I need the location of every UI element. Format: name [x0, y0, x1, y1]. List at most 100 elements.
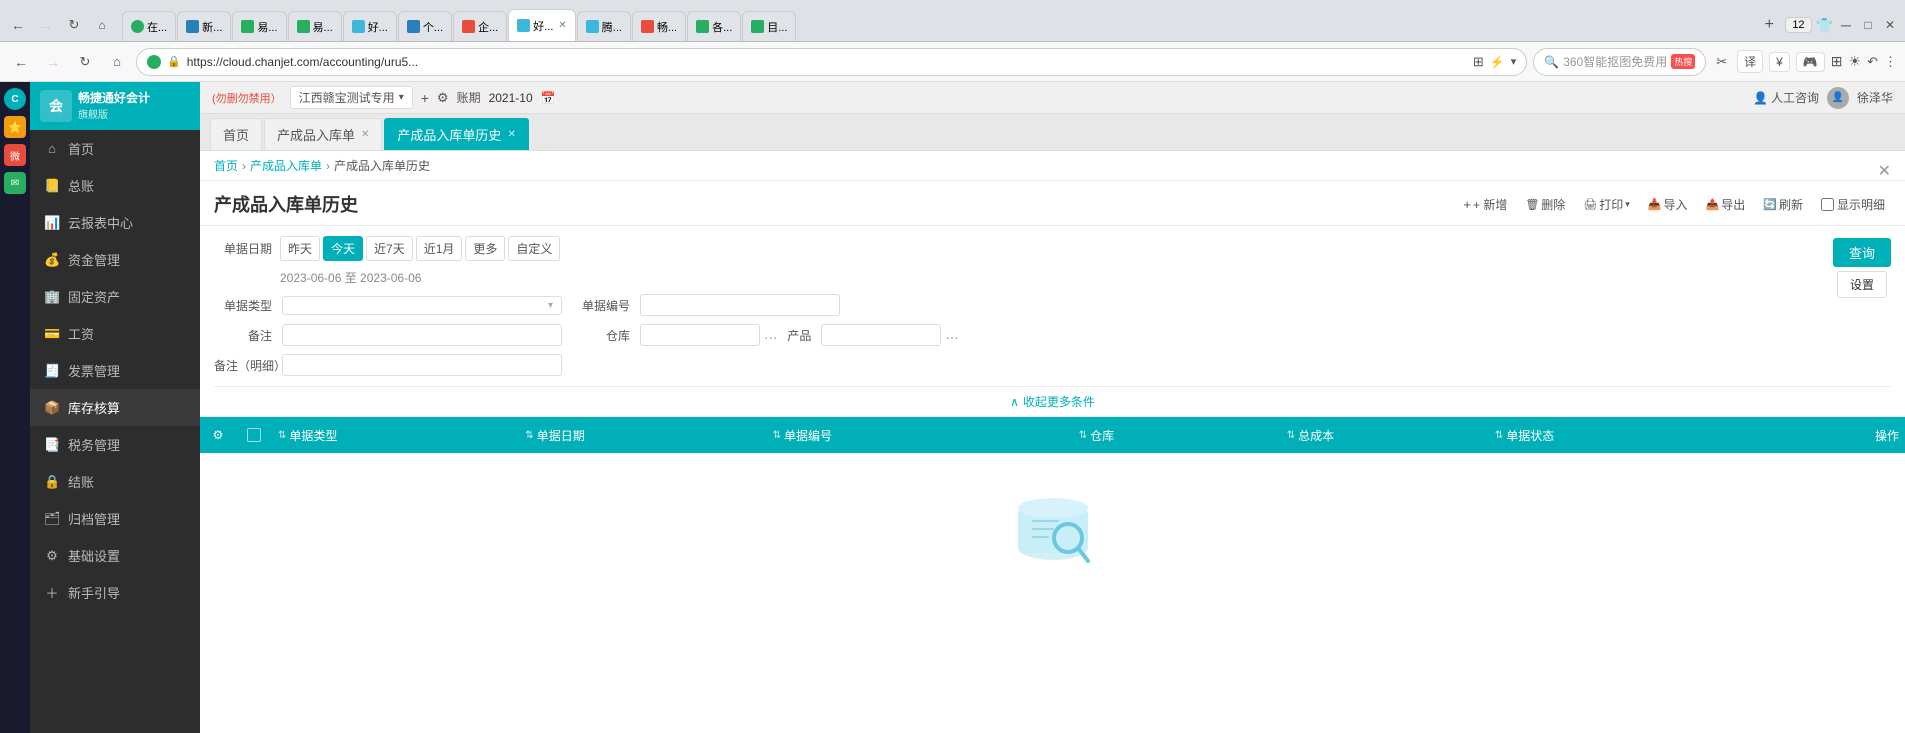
sidebar-item-closing[interactable]: 🔒 结账: [30, 463, 200, 500]
filter-settings-button[interactable]: 设置: [1837, 271, 1887, 298]
show-detail-checkbox-label[interactable]: 显示明细: [1815, 193, 1891, 216]
sidebar-item-settings[interactable]: ⚙ 基础设置: [30, 537, 200, 574]
th-num[interactable]: ⇅ 单据编号: [767, 419, 1073, 452]
print-button[interactable]: 🖨 打印 ▾: [1577, 193, 1636, 216]
dropdown-icon[interactable]: ▾: [1511, 55, 1517, 68]
search-box[interactable]: 🔍 360智能抠图免费用 热搜: [1533, 48, 1706, 76]
import-button[interactable]: 📥 导入: [1642, 193, 1694, 216]
th-checkbox[interactable]: [236, 420, 272, 450]
th-warehouse[interactable]: ⇅ 仓库: [1073, 419, 1281, 452]
toolbar-yuan-icon[interactable]: ¥: [1769, 52, 1790, 72]
delete-button[interactable]: 🗑 删除: [1519, 193, 1571, 216]
tab-close-icon[interactable]: ✕: [507, 129, 515, 140]
th-type[interactable]: ⇅ 单据类型: [272, 419, 519, 452]
th-cost[interactable]: ⇅ 总成本: [1281, 419, 1489, 452]
th-gear[interactable]: ⚙: [200, 420, 236, 450]
shirt-icon[interactable]: 👕: [1816, 17, 1833, 34]
app-icon-chanjet[interactable]: C: [4, 88, 26, 110]
collapse-button[interactable]: ∧ 收起更多条件: [214, 386, 1891, 416]
browser-tab[interactable]: 在...: [122, 11, 176, 41]
sidebar-item-home[interactable]: ⌂ 首页: [30, 130, 200, 167]
sidebar-item-ledger[interactable]: 📒 总账: [30, 167, 200, 204]
sidebar-item-guide[interactable]: ＋ 新手引导: [30, 574, 200, 611]
product-dots[interactable]: ...: [945, 326, 958, 344]
toolbar-sun-icon[interactable]: ☀: [1849, 53, 1862, 70]
sidebar-item-assets[interactable]: 🏢 固定资产: [30, 278, 200, 315]
browser-tab[interactable]: 企...: [453, 11, 507, 41]
company-selector[interactable]: 江西赣宝测试专用 ▾: [290, 86, 413, 109]
export-button[interactable]: 📤 导出: [1700, 193, 1752, 216]
query-button[interactable]: 查询: [1833, 238, 1891, 267]
panel-close-button[interactable]: ✕: [1878, 161, 1891, 181]
grid-icon[interactable]: ⊞: [1473, 54, 1484, 70]
add-company-button[interactable]: +: [421, 90, 429, 106]
sidebar-item-invoice[interactable]: 🧾 发票管理: [30, 352, 200, 389]
warehouse-dots[interactable]: ...: [764, 326, 777, 344]
warehouse-filter-input[interactable]: [640, 324, 760, 346]
browser-tab[interactable]: 目...: [742, 11, 796, 41]
maximize-button[interactable]: □: [1859, 16, 1877, 34]
browser-tab-active[interactable]: 好... ✕: [508, 9, 576, 41]
app-icon-star[interactable]: ⭐: [4, 116, 26, 138]
refresh-nav-button[interactable]: ↻: [72, 49, 98, 75]
user-service-button[interactable]: 👤 人工咨询: [1753, 89, 1819, 106]
sidebar-item-report[interactable]: 📊 云报表中心: [30, 204, 200, 241]
date-btn-custom[interactable]: 自定义: [508, 236, 560, 261]
toolbar-grid-icon[interactable]: ⊞: [1831, 53, 1843, 70]
browser-tab[interactable]: 个...: [398, 11, 452, 41]
refresh-button[interactable]: ↻: [62, 13, 86, 37]
tab-stock-in[interactable]: 产成品入库单 ✕: [264, 118, 382, 150]
tab-close-icon[interactable]: ✕: [558, 20, 566, 31]
settings-gear-icon[interactable]: ⚙: [437, 90, 449, 106]
toolbar-translate-icon[interactable]: 译: [1737, 50, 1763, 73]
toolbar-scissors-icon[interactable]: ✂: [1712, 50, 1731, 74]
breadcrumb-item[interactable]: 产成品入库单: [250, 157, 322, 174]
tab-home[interactable]: 首页: [210, 118, 262, 150]
num-filter-input[interactable]: [640, 294, 840, 316]
browser-tab[interactable]: 各...: [687, 11, 741, 41]
url-bar[interactable]: 🔒 https://cloud.chanjet.com/accounting/u…: [136, 48, 1527, 76]
date-btn-yesterday[interactable]: 昨天: [280, 236, 320, 261]
tab-close-icon[interactable]: ✕: [361, 129, 369, 140]
browser-tab[interactable]: 好...: [343, 11, 397, 41]
app-icon-weibo[interactable]: 微: [4, 144, 26, 166]
show-detail-checkbox[interactable]: [1821, 198, 1834, 211]
home-button[interactable]: ⌂: [90, 13, 114, 37]
browser-tab[interactable]: 易...: [288, 11, 342, 41]
date-btn-more[interactable]: 更多: [465, 236, 505, 261]
date-btn-1month[interactable]: 近1月: [416, 236, 463, 261]
browser-tab[interactable]: 新...: [177, 11, 231, 41]
browser-tab[interactable]: 畅...: [632, 11, 686, 41]
forward-button[interactable]: →: [34, 13, 58, 37]
lightning-icon[interactable]: ⚡: [1490, 55, 1505, 69]
app-icon-email[interactable]: ✉: [4, 172, 26, 194]
refresh-data-button[interactable]: 🔄 刷新: [1757, 193, 1809, 216]
detail-note-input[interactable]: [282, 354, 562, 376]
sidebar-item-inventory[interactable]: 📦 库存核算: [30, 389, 200, 426]
back-nav-button[interactable]: ←: [8, 49, 34, 75]
user-avatar[interactable]: 👤: [1827, 87, 1849, 109]
close-window-button[interactable]: ✕: [1881, 16, 1899, 34]
new-tab-button[interactable]: +: [1757, 13, 1781, 37]
toolbar-game-icon[interactable]: 🎮: [1796, 52, 1825, 72]
add-button[interactable]: + + 新增: [1457, 193, 1513, 216]
toolbar-more-icon[interactable]: ⋮: [1884, 54, 1897, 70]
calendar-icon[interactable]: 📅: [541, 91, 556, 105]
type-filter-select[interactable]: ▾: [282, 296, 562, 315]
th-status[interactable]: ⇅ 单据状态: [1489, 419, 1736, 452]
sidebar-item-payroll[interactable]: 💳 工资: [30, 315, 200, 352]
date-btn-today[interactable]: 今天: [323, 236, 363, 261]
note-filter-input[interactable]: [282, 324, 562, 346]
tab-stock-in-history[interactable]: 产成品入库单历史 ✕: [384, 118, 528, 150]
sidebar-item-tax[interactable]: 📑 税务管理: [30, 426, 200, 463]
minimize-button[interactable]: ─: [1837, 16, 1855, 34]
date-btn-7days[interactable]: 近7天: [366, 236, 413, 261]
back-button[interactable]: ←: [6, 13, 30, 37]
breadcrumb-item[interactable]: 首页: [214, 157, 238, 174]
browser-tab[interactable]: 易...: [232, 11, 286, 41]
product-filter-input[interactable]: [821, 324, 941, 346]
toolbar-history-icon[interactable]: ↶: [1867, 54, 1878, 70]
home-nav-button[interactable]: ⌂: [104, 49, 130, 75]
sidebar-item-funds[interactable]: 💰 资金管理: [30, 241, 200, 278]
th-date[interactable]: ⇅ 单据日期: [519, 419, 766, 452]
